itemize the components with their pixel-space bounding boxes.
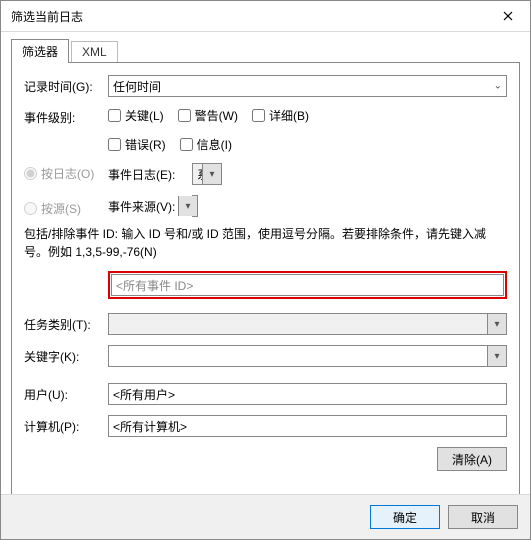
clear-button[interactable]: 清除(A) bbox=[437, 447, 507, 471]
log-time-value: 任何时间 bbox=[113, 78, 161, 95]
tab-filter[interactable]: 筛选器 bbox=[11, 39, 69, 63]
keywords-select[interactable]: ▾ bbox=[108, 345, 507, 367]
close-button[interactable] bbox=[485, 1, 530, 31]
chevron-down-icon: ▾ bbox=[202, 164, 221, 184]
tab-xml[interactable]: XML bbox=[71, 41, 118, 62]
chevron-down-icon: ▾ bbox=[487, 314, 506, 334]
chevron-down-icon: ⌄ bbox=[494, 81, 502, 92]
event-id-input[interactable] bbox=[111, 274, 504, 296]
chk-verbose[interactable]: 详细(B) bbox=[252, 107, 309, 124]
chk-error-box[interactable] bbox=[108, 138, 121, 151]
label-computer: 计算机(P): bbox=[24, 418, 108, 435]
radio-by-log: 按日志(O) bbox=[24, 165, 108, 182]
event-log-select[interactable]: 系统 ▾ bbox=[192, 163, 222, 185]
chk-verbose-box[interactable] bbox=[252, 109, 265, 122]
event-source-select[interactable]: ▾ bbox=[192, 195, 198, 217]
label-task-category: 任务类别(T): bbox=[24, 316, 108, 333]
cancel-button[interactable]: 取消 bbox=[448, 505, 518, 529]
tab-strip: 筛选器 XML bbox=[11, 40, 520, 63]
chevron-down-icon: ▾ bbox=[487, 346, 506, 366]
label-log-time: 记录时间(G): bbox=[24, 78, 108, 95]
dialog-footer: 确定 取消 bbox=[1, 494, 530, 539]
chk-critical[interactable]: 关键(L) bbox=[108, 107, 164, 124]
chk-critical-box[interactable] bbox=[108, 109, 121, 122]
event-id-highlight bbox=[108, 271, 507, 299]
chk-info[interactable]: 信息(I) bbox=[180, 136, 232, 153]
close-icon bbox=[503, 11, 513, 21]
task-category-select[interactable]: ▾ bbox=[108, 313, 507, 335]
chk-error[interactable]: 错误(R) bbox=[108, 136, 166, 153]
window-title: 筛选当前日志 bbox=[11, 8, 485, 25]
user-input[interactable] bbox=[108, 383, 507, 405]
label-event-log: 事件日志(E): bbox=[108, 166, 192, 183]
computer-input[interactable] bbox=[108, 415, 507, 437]
level-checkboxes: 关键(L) 警告(W) 详细(B) 错误(R) 信息(I) bbox=[108, 107, 507, 153]
chk-warning-box[interactable] bbox=[178, 109, 191, 122]
event-id-help: 包括/排除事件 ID: 输入 ID 号和/或 ID 范围，使用逗号分隔。若要排除… bbox=[24, 225, 507, 261]
dialog-window: 筛选当前日志 筛选器 XML 记录时间(G): 任何时间 ⌄ 事件级别: bbox=[0, 0, 531, 540]
chk-warning[interactable]: 警告(W) bbox=[178, 107, 238, 124]
label-user: 用户(U): bbox=[24, 386, 108, 403]
filter-panel: 记录时间(G): 任何时间 ⌄ 事件级别: 关键(L) 警告(W) 详细(B) bbox=[11, 63, 520, 494]
chevron-down-icon: ▾ bbox=[178, 196, 197, 216]
label-event-level: 事件级别: bbox=[24, 107, 108, 126]
radio-by-source-input bbox=[24, 202, 37, 215]
radio-by-log-input bbox=[24, 167, 37, 180]
ok-button[interactable]: 确定 bbox=[370, 505, 440, 529]
label-keywords: 关键字(K): bbox=[24, 348, 108, 365]
log-time-select[interactable]: 任何时间 ⌄ bbox=[108, 75, 507, 97]
titlebar: 筛选当前日志 bbox=[1, 1, 530, 32]
dialog-body: 筛选器 XML 记录时间(G): 任何时间 ⌄ 事件级别: 关键(L) 警 bbox=[1, 32, 530, 494]
radio-by-source: 按源(S) bbox=[24, 200, 108, 217]
chk-info-box[interactable] bbox=[180, 138, 193, 151]
